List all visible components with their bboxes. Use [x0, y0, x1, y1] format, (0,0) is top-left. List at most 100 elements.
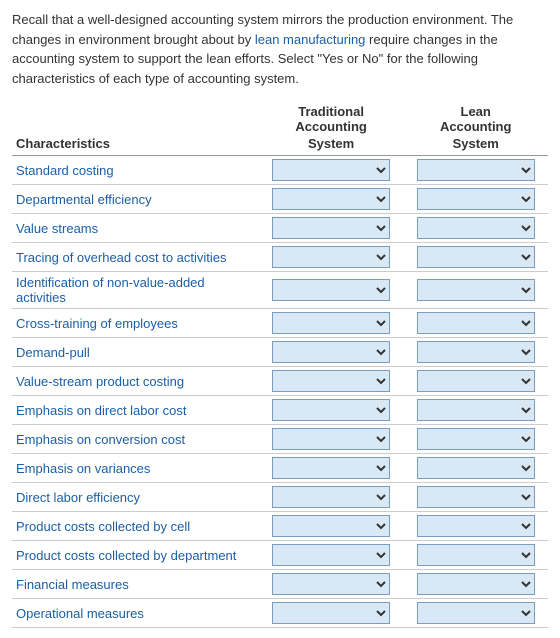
- lean-dropdown-cell-2: YesNo: [403, 214, 548, 243]
- traditional-dropdown-cell-3: YesNo: [259, 243, 404, 272]
- lean-dropdown-cell-15: YesNo: [403, 599, 548, 628]
- main-table-container: Traditional Accounting Lean Accounting C…: [12, 102, 548, 628]
- table-row: Emphasis on conversion cost YesNo YesNo: [12, 425, 548, 454]
- traditional-dropdown-cell-14: YesNo: [259, 570, 404, 599]
- traditional-dropdown-cell-11: YesNo: [259, 483, 404, 512]
- traditional-dropdown-2[interactable]: YesNo: [272, 217, 390, 239]
- char-subheader: Characteristics: [12, 136, 259, 156]
- lean-dropdown-cell-10: YesNo: [403, 454, 548, 483]
- lean-dropdown-6[interactable]: YesNo: [417, 341, 535, 363]
- table-row: Financial measures YesNo YesNo: [12, 570, 548, 599]
- row-label-0: Standard costing: [12, 156, 259, 185]
- traditional-dropdown-11[interactable]: YesNo: [272, 486, 390, 508]
- traditional-dropdown-10[interactable]: YesNo: [272, 457, 390, 479]
- intro-paragraph: Recall that a well-designed accounting s…: [12, 10, 548, 88]
- traditional-system-label: System: [259, 136, 404, 156]
- table-row: Operational measures YesNo YesNo: [12, 599, 548, 628]
- lean-dropdown-cell-5: YesNo: [403, 309, 548, 338]
- row-label-15: Operational measures: [12, 599, 259, 628]
- lean-dropdown-2[interactable]: YesNo: [417, 217, 535, 239]
- table-row: Standard costing YesNo YesNo: [12, 156, 548, 185]
- traditional-dropdown-0[interactable]: YesNo: [272, 159, 390, 181]
- characteristics-table: Traditional Accounting Lean Accounting C…: [12, 102, 548, 628]
- lean-dropdown-5[interactable]: YesNo: [417, 312, 535, 334]
- lean-dropdown-cell-11: YesNo: [403, 483, 548, 512]
- table-row: Cross-training of employeesYesNoYesNo: [12, 309, 548, 338]
- traditional-dropdown-15[interactable]: YesNo: [272, 602, 390, 624]
- row-label-10: Emphasis on variances: [12, 454, 259, 483]
- table-row: Demand-pullYesNoYesNo: [12, 338, 548, 367]
- row-label-4: Identification of non-value-addedactivit…: [12, 272, 259, 309]
- table-row: Emphasis on variances YesNo YesNo: [12, 454, 548, 483]
- traditional-dropdown-8[interactable]: YesNo: [272, 399, 390, 421]
- lean-dropdown-8[interactable]: YesNo: [417, 399, 535, 421]
- lean-header: Lean Accounting: [403, 102, 548, 136]
- row-label-12: Product costs collected by cell: [12, 512, 259, 541]
- lean-dropdown-cell-4: YesNo: [403, 272, 548, 309]
- traditional-label-line2: Accounting: [295, 119, 367, 134]
- row-label-13: Product costs collected by department: [12, 541, 259, 570]
- header-row-2: Characteristics System System: [12, 136, 548, 156]
- traditional-dropdown-cell-6: YesNo: [259, 338, 404, 367]
- traditional-dropdown-9[interactable]: YesNo: [272, 428, 390, 450]
- lean-dropdown-11[interactable]: YesNo: [417, 486, 535, 508]
- row-label-9: Emphasis on conversion cost: [12, 425, 259, 454]
- lean-dropdown-9[interactable]: YesNo: [417, 428, 535, 450]
- traditional-label-line1: Traditional: [298, 104, 364, 119]
- lean-dropdown-cell-7: YesNo: [403, 367, 548, 396]
- row-label-2: Value streams: [12, 214, 259, 243]
- traditional-dropdown-4[interactable]: YesNo: [272, 279, 390, 301]
- traditional-dropdown-12[interactable]: YesNo: [272, 515, 390, 537]
- lean-dropdown-cell-0: YesNo: [403, 156, 548, 185]
- lean-dropdown-cell-8: YesNo: [403, 396, 548, 425]
- lean-dropdown-14[interactable]: YesNo: [417, 573, 535, 595]
- traditional-dropdown-cell-9: YesNo: [259, 425, 404, 454]
- lean-dropdown-cell-3: YesNo: [403, 243, 548, 272]
- table-row: Value streams YesNo YesNo: [12, 214, 548, 243]
- row-label-14: Financial measures: [12, 570, 259, 599]
- traditional-dropdown-1[interactable]: YesNo: [272, 188, 390, 210]
- lean-label-line2: Accounting: [440, 119, 512, 134]
- table-row: Tracing of overhead cost to activities Ye…: [12, 243, 548, 272]
- lean-dropdown-3[interactable]: YesNo: [417, 246, 535, 268]
- traditional-dropdown-cell-13: YesNo: [259, 541, 404, 570]
- lean-dropdown-4[interactable]: YesNo: [417, 279, 535, 301]
- traditional-dropdown-5[interactable]: YesNo: [272, 312, 390, 334]
- lean-dropdown-15[interactable]: YesNo: [417, 602, 535, 624]
- traditional-dropdown-13[interactable]: YesNo: [272, 544, 390, 566]
- traditional-dropdown-cell-8: YesNo: [259, 396, 404, 425]
- traditional-header: Traditional Accounting: [259, 102, 404, 136]
- traditional-dropdown-cell-4: YesNo: [259, 272, 404, 309]
- header-row-1: Traditional Accounting Lean Accounting: [12, 102, 548, 136]
- traditional-dropdown-cell-2: YesNo: [259, 214, 404, 243]
- lean-dropdown-7[interactable]: YesNo: [417, 370, 535, 392]
- traditional-dropdown-7[interactable]: YesNo: [272, 370, 390, 392]
- lean-dropdown-1[interactable]: YesNo: [417, 188, 535, 210]
- table-row: Product costs collected by department Yes…: [12, 541, 548, 570]
- table-row: Departmental efficiency YesNo YesNo: [12, 185, 548, 214]
- traditional-dropdown-3[interactable]: YesNo: [272, 246, 390, 268]
- lean-dropdown-12[interactable]: YesNo: [417, 515, 535, 537]
- lean-dropdown-cell-1: YesNo: [403, 185, 548, 214]
- table-row: Identification of non-value-addedactivit…: [12, 272, 548, 309]
- row-label-8: Emphasis on direct labor cost: [12, 396, 259, 425]
- lean-dropdown-13[interactable]: YesNo: [417, 544, 535, 566]
- table-row: Direct labor efficiency YesNo YesNo: [12, 483, 548, 512]
- row-label-7: Value-stream product costing: [12, 367, 259, 396]
- traditional-dropdown-6[interactable]: YesNo: [272, 341, 390, 363]
- lean-dropdown-0[interactable]: YesNo: [417, 159, 535, 181]
- table-row: Emphasis on direct labor cost YesNo YesNo: [12, 396, 548, 425]
- traditional-dropdown-cell-5: YesNo: [259, 309, 404, 338]
- lean-dropdown-10[interactable]: YesNo: [417, 457, 535, 479]
- row-label-3: Tracing of overhead cost to activities: [12, 243, 259, 272]
- row-label-1: Departmental efficiency: [12, 185, 259, 214]
- table-row: Product costs collected by cell YesNo YesN…: [12, 512, 548, 541]
- traditional-dropdown-cell-15: YesNo: [259, 599, 404, 628]
- traditional-dropdown-cell-1: YesNo: [259, 185, 404, 214]
- lean-dropdown-cell-14: YesNo: [403, 570, 548, 599]
- table-row: Value-stream product costing YesNo YesNo: [12, 367, 548, 396]
- lean-dropdown-cell-12: YesNo: [403, 512, 548, 541]
- row-label-11: Direct labor efficiency: [12, 483, 259, 512]
- traditional-dropdown-14[interactable]: YesNo: [272, 573, 390, 595]
- lean-dropdown-cell-13: YesNo: [403, 541, 548, 570]
